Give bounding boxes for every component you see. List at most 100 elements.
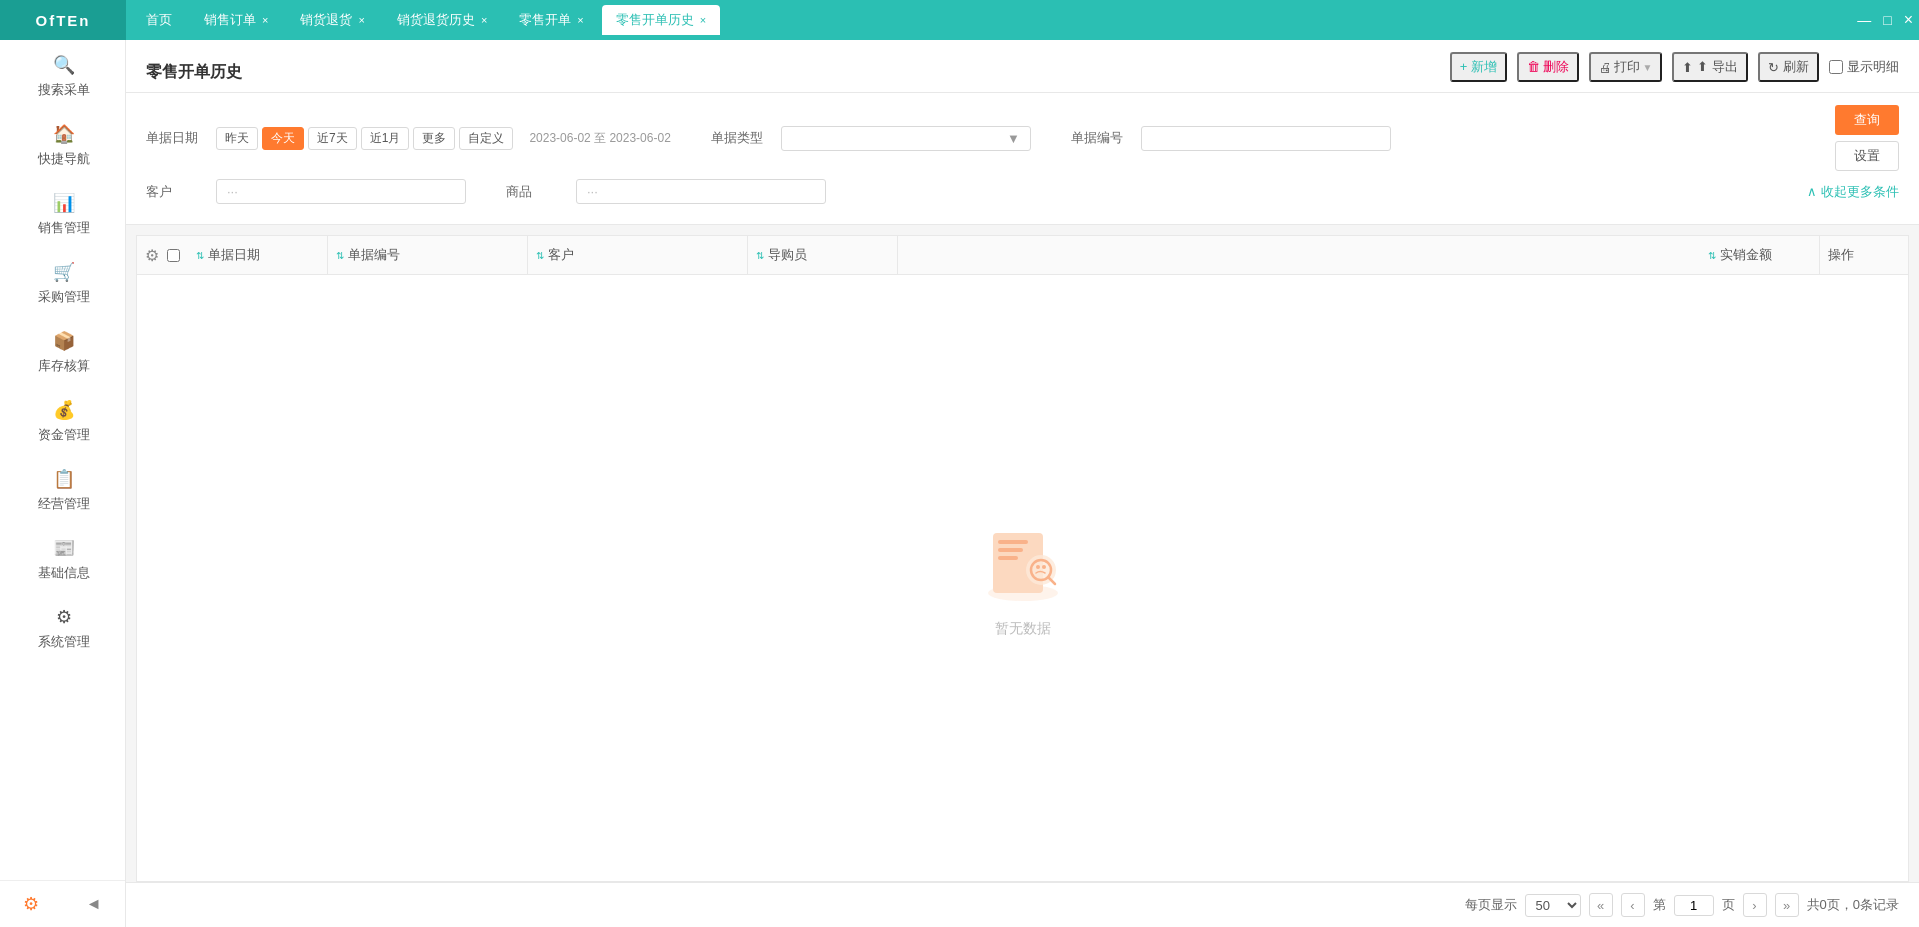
th-op: 操作 (1820, 236, 1900, 274)
sidebar-label-search: 搜索采单 (38, 81, 90, 99)
th-customer-sort-icon[interactable]: ⇅ (536, 250, 544, 261)
filter-row-1: 单据日期 昨天 今天 近7天 近1月 更多 自定义 2023-06-02 至 2… (146, 105, 1899, 171)
collapse-arrow-icon: ∧ (1807, 184, 1817, 199)
per-page-label: 每页显示 (1465, 896, 1517, 914)
table-settings-icon[interactable]: ⚙ (145, 246, 159, 265)
tab-close-sales-order[interactable]: × (262, 14, 268, 26)
th-guide-sort-icon[interactable]: ⇅ (756, 250, 764, 261)
th-customer: ⇅ 客户 (528, 236, 748, 274)
date-btn-1month[interactable]: 近1月 (361, 127, 410, 150)
no-input[interactable] (1141, 126, 1391, 151)
th-op-label: 操作 (1828, 246, 1854, 264)
export-label: ⬆ 导出 (1697, 58, 1738, 76)
filter-area: 单据日期 昨天 今天 近7天 近1月 更多 自定义 2023-06-02 至 2… (126, 93, 1919, 225)
th-amount-sort-icon[interactable]: ⇅ (1708, 250, 1716, 261)
tab-label-sales-order: 销售订单 (204, 11, 256, 29)
customer-select[interactable]: ··· (216, 179, 466, 204)
tab-label-sales-return: 销货退货 (300, 11, 352, 29)
date-btn-yesterday[interactable]: 昨天 (216, 127, 258, 150)
quicknav-icon: 🏠 (53, 123, 75, 145)
export-button[interactable]: ⬆ ⬆ 导出 (1672, 52, 1748, 82)
display-detail-label: 显示明细 (1847, 58, 1899, 76)
tab-sales-return-history[interactable]: 销货退货历史 × (383, 5, 501, 35)
window-minimize-icon[interactable]: — (1857, 12, 1871, 28)
sidebar-item-quicknav[interactable]: 🏠 快捷导航 (0, 109, 125, 178)
tab-label-retail-open: 零售开单 (519, 11, 571, 29)
date-range-text: 2023-06-02 至 2023-06-02 (529, 130, 670, 147)
sidebar-label-operations: 经营管理 (38, 495, 90, 513)
tab-close-sales-return[interactable]: × (358, 14, 364, 26)
tab-close-retail-open-history[interactable]: × (700, 14, 706, 26)
sidebar-item-search[interactable]: 🔍搜索采单 (0, 40, 125, 109)
tab-sales-order[interactable]: 销售订单 × (190, 5, 282, 35)
prev-page-button[interactable]: ‹ (1621, 893, 1645, 917)
sidebar-item-purchase[interactable]: 🛒采购管理 (0, 247, 125, 316)
th-no-sort-icon[interactable]: ⇅ (336, 250, 344, 261)
finance-icon: 💰 (53, 399, 75, 421)
customer-dots: ··· (227, 184, 238, 199)
type-select[interactable]: ▼ (781, 126, 1031, 151)
refresh-button[interactable]: ↻ 刷新 (1758, 52, 1819, 82)
date-btn-more[interactable]: 更多 (413, 127, 455, 150)
sidebar-item-finance[interactable]: 💰资金管理 (0, 385, 125, 454)
sidebar-label-quicknav: 快捷导航 (38, 150, 90, 168)
th-amount-label: 实销金额 (1720, 246, 1772, 264)
add-button[interactable]: + 新增 (1450, 52, 1507, 82)
page-number-input[interactable] (1674, 895, 1714, 916)
per-page-select[interactable]: 50 100 200 (1525, 894, 1581, 917)
th-guide-label: 导购员 (768, 246, 807, 264)
filter-row-2: 客户 ··· 商品 ··· ∧ 收起更多条件 (146, 179, 1899, 204)
print-label: 打印 (1614, 58, 1640, 76)
page-header: 零售开单历史 + 新增 🗑 删除 🖨 打印 ▼ ⬆ ⬆ 导出 ↻ (126, 40, 1919, 93)
collapse-btn[interactable]: ∧ 收起更多条件 (1807, 183, 1899, 201)
table-header-row: ⚙ ⇅ 单据日期 ⇅ 单据编号 ⇅ 客户 ⇅ (137, 236, 1908, 275)
query-settings-group: 查询 设置 (1835, 105, 1899, 171)
last-page-button[interactable]: » (1775, 893, 1799, 917)
date-btn-custom[interactable]: 自定义 (459, 127, 513, 150)
sidebar-item-operations[interactable]: 📋经营管理 (0, 454, 125, 523)
sidebar-item-inventory[interactable]: 📦库存核算 (0, 316, 125, 385)
display-detail-toggle[interactable]: 显示明细 (1829, 58, 1899, 76)
first-page-button[interactable]: « (1589, 893, 1613, 917)
sidebar-item-basic[interactable]: 📰基础信息 (0, 523, 125, 592)
goods-select[interactable]: ··· (576, 179, 826, 204)
next-page-button[interactable]: › (1743, 893, 1767, 917)
tab-close-sales-return-history[interactable]: × (481, 14, 487, 26)
settings-icon[interactable]: ⚙ (23, 893, 39, 915)
delete-button[interactable]: 🗑 删除 (1517, 52, 1580, 82)
brand-logo: OfTEn (0, 0, 126, 40)
date-btn-today[interactable]: 今天 (262, 127, 304, 150)
empty-icon (973, 518, 1073, 608)
svg-rect-3 (998, 548, 1023, 552)
sidebar-bottom: ⚙ ◄ (0, 880, 125, 927)
page-label-before: 第 (1653, 896, 1666, 914)
th-date-label: 单据日期 (208, 246, 260, 264)
window-close-icon[interactable]: × (1904, 11, 1913, 29)
date-buttons: 昨天 今天 近7天 近1月 更多 自定义 (216, 127, 513, 150)
sidebar-label-system: 系统管理 (38, 633, 90, 651)
svg-rect-2 (998, 540, 1028, 544)
th-date-sort-icon[interactable]: ⇅ (196, 250, 204, 261)
tab-retail-open[interactable]: 零售开单 × (505, 5, 597, 35)
date-btn-7days[interactable]: 近7天 (308, 127, 357, 150)
table-area: ⚙ ⇅ 单据日期 ⇅ 单据编号 ⇅ 客户 ⇅ (136, 235, 1909, 882)
tab-close-retail-open[interactable]: × (577, 14, 583, 26)
window-maximize-icon[interactable]: □ (1883, 12, 1891, 28)
sidebar-item-sales[interactable]: 📊销售管理 (0, 178, 125, 247)
tab-label-sales-return-history: 销货退货历史 (397, 11, 475, 29)
tab-home[interactable]: 首页 (132, 5, 186, 35)
sidebar-collapse-icon[interactable]: ◄ (86, 895, 102, 913)
collapse-label: 收起更多条件 (1821, 183, 1899, 201)
settings-button[interactable]: 设置 (1835, 141, 1899, 171)
tab-retail-open-history[interactable]: 零售开单历史× (602, 5, 720, 35)
sidebar-item-system[interactable]: ⚙系统管理 (0, 592, 125, 661)
display-detail-checkbox[interactable] (1829, 60, 1843, 74)
no-label: 单据编号 (1071, 129, 1131, 147)
print-button[interactable]: 🖨 打印 ▼ (1589, 52, 1662, 82)
th-customer-label: 客户 (548, 246, 574, 264)
select-all-checkbox[interactable] (167, 249, 180, 262)
tab-sales-return[interactable]: 销货退货 × (286, 5, 378, 35)
query-button[interactable]: 查询 (1835, 105, 1899, 135)
toolbar: + 新增 🗑 删除 🖨 打印 ▼ ⬆ ⬆ 导出 ↻ 刷新 (1450, 52, 1899, 92)
page-label-after: 页 (1722, 896, 1735, 914)
